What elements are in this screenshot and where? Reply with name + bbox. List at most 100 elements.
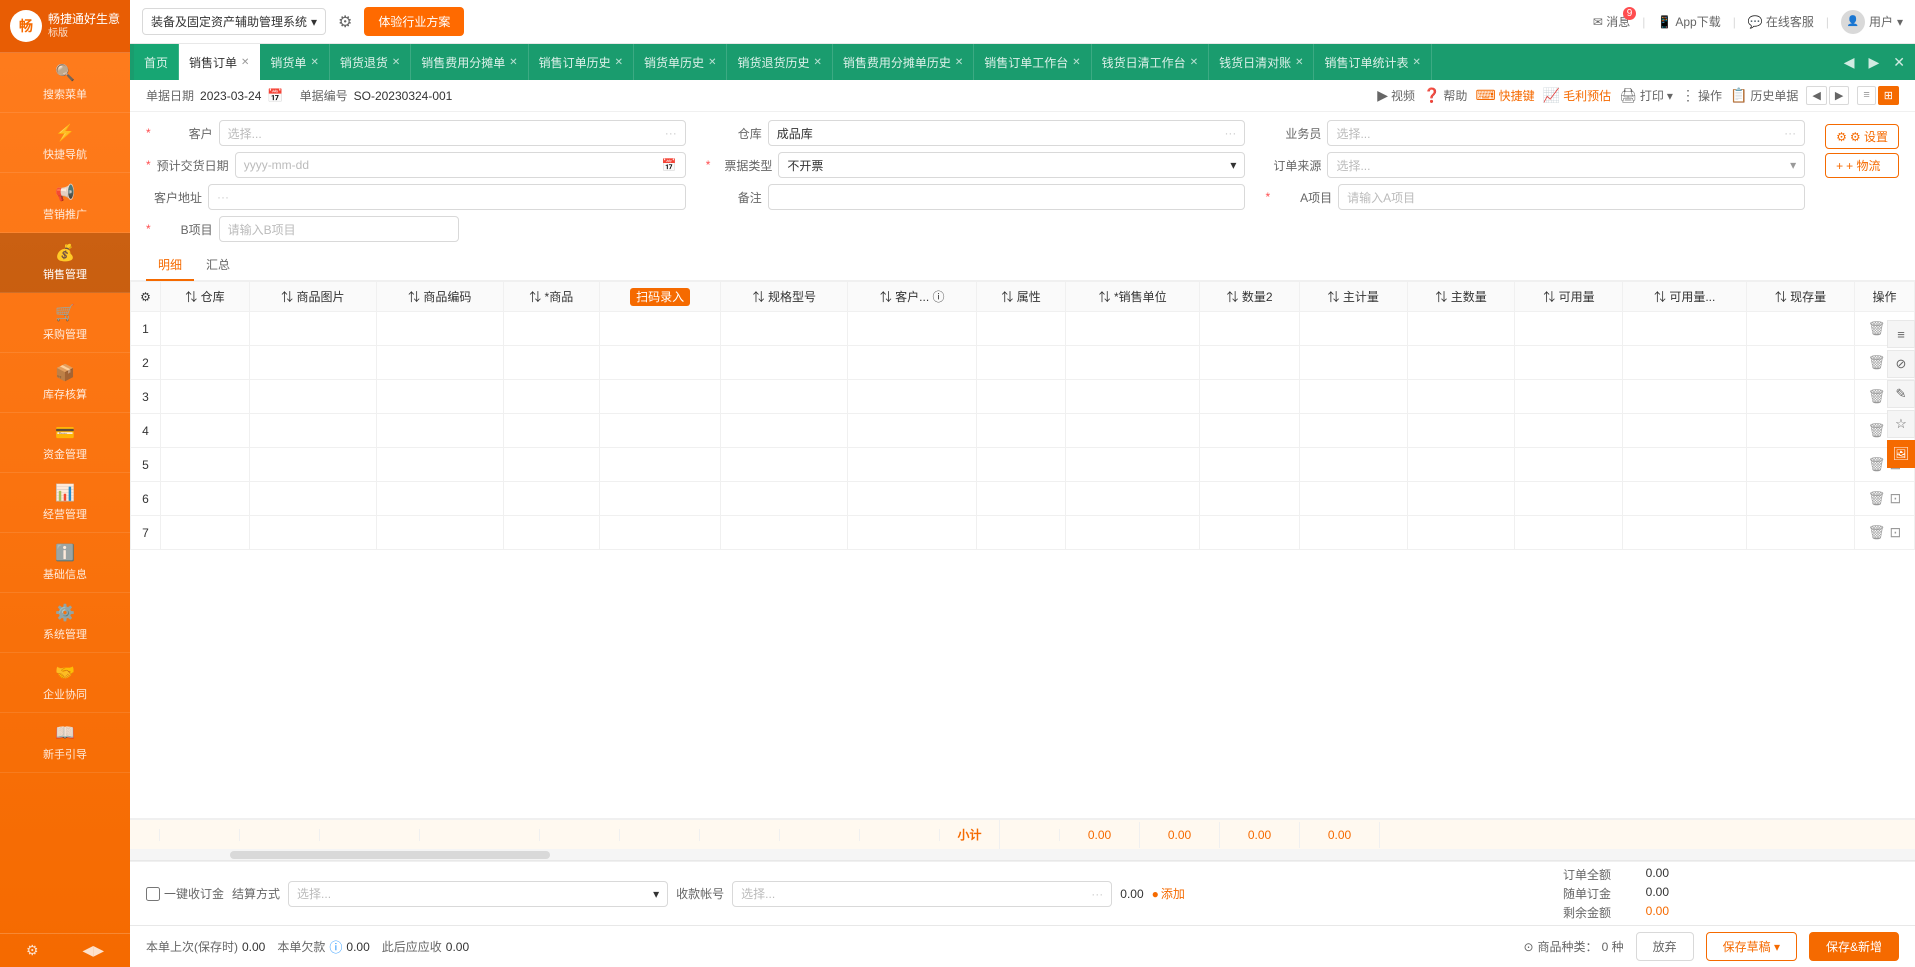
- row-warehouse[interactable]: [161, 414, 250, 448]
- sidebar-item-quick[interactable]: ⚡ 快捷导航: [0, 113, 130, 173]
- copy-icon[interactable]: ⊡: [1890, 524, 1902, 541]
- row-customer-code[interactable]: [848, 312, 977, 346]
- row-stock[interactable]: [1747, 482, 1855, 516]
- row-stock[interactable]: [1747, 312, 1855, 346]
- sidebar-item-guide[interactable]: 📖 新手引导: [0, 713, 130, 773]
- row-scan[interactable]: [599, 312, 721, 346]
- row-goods[interactable]: [503, 482, 599, 516]
- one-click-checkbox[interactable]: [146, 887, 160, 901]
- row-unit[interactable]: [1066, 380, 1200, 414]
- row-available2[interactable]: [1623, 346, 1747, 380]
- tab-summary[interactable]: 汇总: [194, 250, 242, 281]
- delete-icon[interactable]: 🗑: [1868, 524, 1886, 541]
- th-spec[interactable]: ⇅ 规格型号: [721, 282, 848, 312]
- row-available[interactable]: [1515, 346, 1623, 380]
- row-image[interactable]: [249, 516, 376, 550]
- customer-input[interactable]: 选择... ···: [219, 120, 686, 146]
- row-main-qty[interactable]: [1407, 414, 1515, 448]
- sidebar-settings-btn[interactable]: ⚙: [26, 942, 39, 959]
- card-view-btn[interactable]: ⊞: [1878, 86, 1899, 105]
- row-available[interactable]: [1515, 482, 1623, 516]
- save-new-btn[interactable]: 保存&新增: [1809, 932, 1899, 961]
- calendar-icon[interactable]: 📅: [267, 88, 283, 104]
- invoice-select[interactable]: 不开票 ▾: [778, 152, 1245, 178]
- row-spec[interactable]: [721, 482, 848, 516]
- row-code[interactable]: [376, 414, 503, 448]
- tab-cash-workbench[interactable]: 钱货日清工作台 ✕: [1092, 44, 1209, 80]
- row-spec[interactable]: [721, 414, 848, 448]
- row-available2[interactable]: [1623, 312, 1747, 346]
- row-qty2[interactable]: [1200, 414, 1299, 448]
- delivery-input[interactable]: yyyy-mm-dd 📅: [235, 152, 686, 178]
- help-btn[interactable]: ❓ 帮助: [1423, 87, 1467, 104]
- info-icon[interactable]: ⓘ: [329, 937, 342, 956]
- row-attr[interactable]: [977, 482, 1066, 516]
- row-qty2[interactable]: [1200, 448, 1299, 482]
- row-image[interactable]: [249, 448, 376, 482]
- sidebar-item-search[interactable]: 🔍 搜索菜单: [0, 53, 130, 113]
- th-image[interactable]: ⇅ 商品图片: [249, 282, 376, 312]
- sidebar-item-purchase[interactable]: 🛒 采购管理: [0, 293, 130, 353]
- float-btn-3[interactable]: ✎: [1887, 380, 1915, 408]
- row-spec[interactable]: [721, 516, 848, 550]
- float-btn-5[interactable]: 🖼: [1887, 440, 1915, 468]
- row-unit[interactable]: [1066, 346, 1200, 380]
- save-draft-btn[interactable]: 保存草稿 ▾: [1706, 932, 1797, 961]
- float-btn-4[interactable]: ☆: [1887, 410, 1915, 438]
- warehouse-input[interactable]: 成品库 ···: [768, 120, 1246, 146]
- row-attr[interactable]: [977, 414, 1066, 448]
- row-main-unit[interactable]: [1299, 516, 1407, 550]
- tab-sales-goods[interactable]: 销货单 ✕: [260, 44, 329, 80]
- row-main-qty[interactable]: [1407, 346, 1515, 380]
- row-scan[interactable]: [599, 346, 721, 380]
- close-icon[interactable]: ✕: [955, 57, 963, 68]
- row-main-unit[interactable]: [1299, 448, 1407, 482]
- row-goods[interactable]: [503, 516, 599, 550]
- row-main-qty[interactable]: [1407, 312, 1515, 346]
- th-settings[interactable]: ⚙: [131, 282, 161, 312]
- row-attr[interactable]: [977, 516, 1066, 550]
- sidebar-item-marketing[interactable]: 📢 营销推广: [0, 173, 130, 233]
- tabs-close-all-btn[interactable]: ✕: [1887, 50, 1911, 75]
- th-customer-code[interactable]: ⇅ 客户... ⓘ: [848, 282, 977, 312]
- row-main-unit[interactable]: [1299, 312, 1407, 346]
- discard-btn[interactable]: 放弃: [1636, 932, 1694, 961]
- row-available[interactable]: [1515, 414, 1623, 448]
- row-code[interactable]: [376, 516, 503, 550]
- table-wrap[interactable]: ⚙ ⇅ 仓库 ⇅ 商品图片 ⇅ 商品编码 ⇅ *商品 扫码录入 ⇅ 规格型号 ⇅…: [130, 281, 1915, 818]
- row-warehouse[interactable]: [161, 380, 250, 414]
- tab-home[interactable]: 首页: [134, 44, 179, 80]
- th-warehouse[interactable]: ⇅ 仓库: [161, 282, 250, 312]
- row-goods[interactable]: [503, 380, 599, 414]
- app-download-btn[interactable]: 📱 App下载: [1657, 13, 1720, 30]
- tab-order-workbench[interactable]: 销售订单工作台 ✕: [974, 44, 1091, 80]
- close-icon[interactable]: ✕: [1072, 57, 1080, 68]
- row-unit[interactable]: [1066, 448, 1200, 482]
- topbar-gear-btn[interactable]: ⚙: [334, 8, 356, 36]
- row-main-unit[interactable]: [1299, 346, 1407, 380]
- row-image[interactable]: [249, 482, 376, 516]
- th-scan[interactable]: 扫码录入: [599, 282, 721, 312]
- float-btn-1[interactable]: ≡: [1887, 320, 1915, 348]
- th-code[interactable]: ⇅ 商品编码: [376, 282, 503, 312]
- row-customer-code[interactable]: [848, 482, 977, 516]
- row-stock[interactable]: [1747, 346, 1855, 380]
- view-video-btn[interactable]: ▶ 视频: [1377, 87, 1415, 104]
- th-available[interactable]: ⇅ 可用量: [1515, 282, 1623, 312]
- row-main-qty[interactable]: [1407, 380, 1515, 414]
- online-service-btn[interactable]: 💬 在线客服: [1748, 13, 1814, 30]
- date-value[interactable]: 2023-03-24: [200, 89, 261, 103]
- sidebar-item-sales[interactable]: 💰 销售管理: [0, 233, 130, 293]
- row-main-unit[interactable]: [1299, 380, 1407, 414]
- settings-btn[interactable]: ⚙ ⚙ 设置: [1825, 124, 1899, 149]
- tab-order-stats[interactable]: 销售订单统计表 ✕: [1314, 44, 1431, 80]
- row-available2[interactable]: [1623, 414, 1747, 448]
- row-customer-code[interactable]: [848, 346, 977, 380]
- row-attr[interactable]: [977, 448, 1066, 482]
- row-qty2[interactable]: [1200, 346, 1299, 380]
- operation-btn[interactable]: ⋮ 操作: [1681, 87, 1722, 104]
- staff-input[interactable]: 选择... ···: [1327, 120, 1805, 146]
- system-selector[interactable]: 装备及固定资产辅助管理系统 ▾: [142, 8, 326, 35]
- th-available2[interactable]: ⇅ 可用量...: [1623, 282, 1747, 312]
- solution-btn[interactable]: 体验行业方案: [364, 7, 464, 36]
